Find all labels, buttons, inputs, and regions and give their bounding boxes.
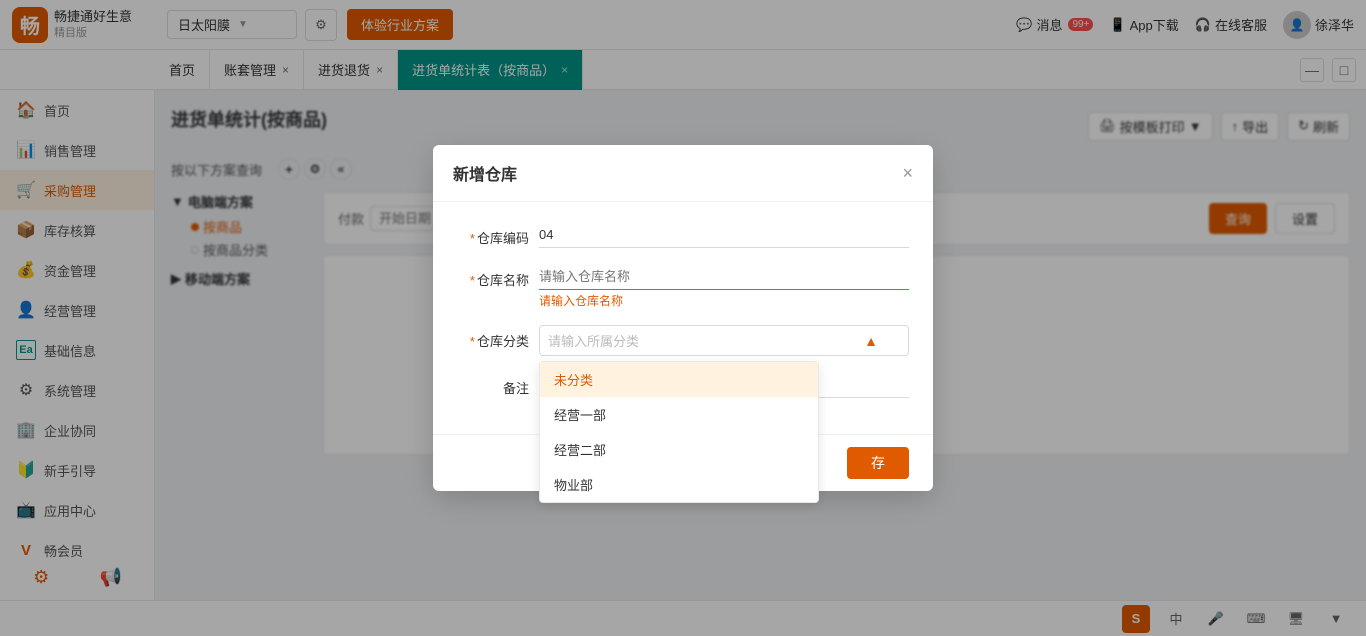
category-option-uncategorized[interactable]: 未分类: [540, 362, 818, 397]
name-label: *仓库名称: [457, 264, 529, 289]
modal-overlay: 新增仓库 × *仓库编码 *仓库名称 请输入仓库名称: [0, 0, 1366, 636]
dialog-close-button[interactable]: ×: [902, 163, 913, 184]
name-control: 请输入仓库名称: [539, 264, 909, 309]
chevron-up-icon: ▲: [864, 333, 878, 349]
name-error-msg: 请输入仓库名称: [539, 292, 909, 309]
category-option-dept1[interactable]: 经营一部: [540, 397, 818, 432]
form-row-code: *仓库编码: [457, 222, 909, 248]
category-option-dept2[interactable]: 经营二部: [540, 432, 818, 467]
notes-label: 备注: [457, 372, 529, 397]
name-input[interactable]: [539, 264, 909, 290]
code-control: [539, 222, 909, 248]
category-label: *仓库分类: [457, 325, 529, 350]
category-control: 请输入所属分类 ▲ 未分类 经营一部 经营二部 物业部: [539, 325, 909, 356]
form-row-category: *仓库分类 请输入所属分类 ▲ 未分类 经营一部 经营二部 物业部: [457, 325, 909, 356]
code-label: *仓库编码: [457, 222, 529, 247]
category-dropdown: 未分类 经营一部 经营二部 物业部: [539, 361, 819, 503]
form-row-name: *仓库名称 请输入仓库名称: [457, 264, 909, 309]
category-placeholder: 请输入所属分类: [548, 331, 639, 350]
category-selector[interactable]: 请输入所属分类 ▲: [539, 325, 909, 356]
code-input[interactable]: [539, 222, 909, 248]
new-warehouse-dialog: 新增仓库 × *仓库编码 *仓库名称 请输入仓库名称: [433, 145, 933, 491]
dialog-header: 新增仓库 ×: [433, 145, 933, 202]
category-option-dept3[interactable]: 物业部: [540, 467, 818, 502]
dialog-body: *仓库编码 *仓库名称 请输入仓库名称 *仓库分类: [433, 202, 933, 434]
dialog-title: 新增仓库: [453, 161, 517, 185]
save-button[interactable]: 存: [847, 447, 909, 479]
